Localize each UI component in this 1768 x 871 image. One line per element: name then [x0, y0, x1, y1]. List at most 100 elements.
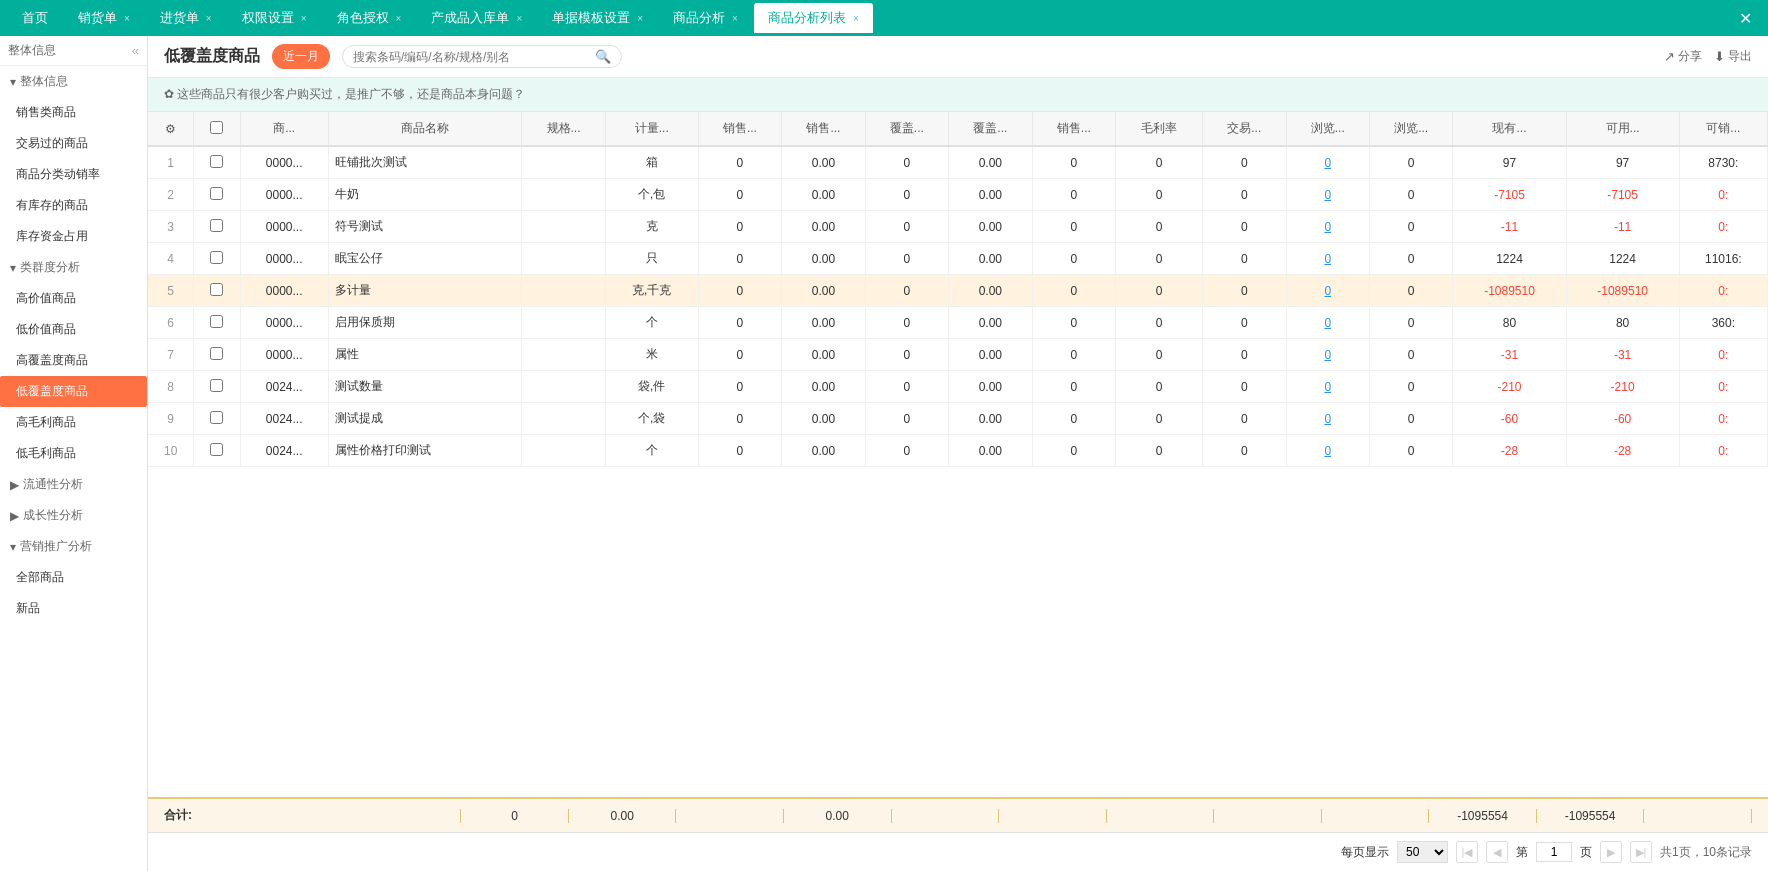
- col-available[interactable]: 可用...: [1566, 112, 1679, 146]
- close-icon[interactable]: ×: [206, 13, 212, 24]
- row-checkbox[interactable]: [194, 371, 240, 403]
- col-cover2[interactable]: 覆盖...: [949, 112, 1032, 146]
- close-icon[interactable]: ×: [124, 13, 130, 24]
- first-page-btn[interactable]: |◀: [1456, 841, 1478, 863]
- row-browse1[interactable]: 0: [1286, 275, 1369, 307]
- row-gross-rate: 0: [1116, 146, 1203, 179]
- row-checkbox[interactable]: [194, 211, 240, 243]
- row-checkbox[interactable]: [194, 307, 240, 339]
- col-code[interactable]: 商...: [240, 112, 328, 146]
- sidebar-item-category-rate[interactable]: 商品分类动销率: [0, 159, 147, 190]
- nav-tab-sales[interactable]: 销货单 ×: [64, 3, 144, 33]
- row-browse1[interactable]: 0: [1286, 403, 1369, 435]
- col-checkbox[interactable]: [194, 112, 240, 146]
- last-page-btn[interactable]: ▶|: [1630, 841, 1652, 863]
- row-browse1[interactable]: 0: [1286, 146, 1369, 179]
- col-trade[interactable]: 交易...: [1203, 112, 1286, 146]
- sidebar-item-all-goods[interactable]: 全部商品: [0, 562, 147, 593]
- row-checkbox[interactable]: [194, 243, 240, 275]
- close-icon[interactable]: ×: [732, 13, 738, 24]
- col-spec[interactable]: 规格...: [522, 112, 605, 146]
- col-settings[interactable]: ⚙: [148, 112, 194, 146]
- prev-page-btn[interactable]: ◀: [1486, 841, 1508, 863]
- row-checkbox[interactable]: [194, 179, 240, 211]
- nav-tab-home[interactable]: 首页: [8, 3, 62, 33]
- search-input[interactable]: [353, 50, 591, 64]
- row-browse1[interactable]: 0: [1286, 339, 1369, 371]
- table-body: 1 0000... 旺铺批次测试 箱 0 0.00 0 0.00 0 0 0 0…: [148, 146, 1768, 467]
- col-current[interactable]: 现有...: [1453, 112, 1566, 146]
- close-icon[interactable]: ×: [301, 13, 307, 24]
- col-unit[interactable]: 计量...: [605, 112, 698, 146]
- nav-tab-template[interactable]: 单据模板设置 ×: [538, 3, 657, 33]
- col-sales-qty[interactable]: 销售...: [698, 112, 781, 146]
- row-checkbox[interactable]: [194, 146, 240, 179]
- col-browse1[interactable]: 浏览...: [1286, 112, 1369, 146]
- row-checkbox[interactable]: [194, 275, 240, 307]
- row-browse1[interactable]: 0: [1286, 435, 1369, 467]
- sidebar-group-overall[interactable]: ▾ 整体信息: [0, 66, 147, 97]
- share-button[interactable]: ↗ 分享: [1664, 48, 1702, 65]
- table-row: 1 0000... 旺铺批次测试 箱 0 0.00 0 0.00 0 0 0 0…: [148, 146, 1768, 179]
- col-browse2[interactable]: 浏览...: [1369, 112, 1452, 146]
- sidebar-group-circulation[interactable]: ▶ 流通性分析: [0, 469, 147, 500]
- col-sales-amt[interactable]: 销售...: [782, 112, 865, 146]
- row-browse1[interactable]: 0: [1286, 211, 1369, 243]
- sidebar-item-low-coverage[interactable]: 低覆盖度商品: [0, 376, 147, 407]
- sidebar-item-low-value[interactable]: 低价值商品: [0, 314, 147, 345]
- close-icon[interactable]: ×: [396, 13, 402, 24]
- row-spec: [522, 146, 605, 179]
- next-page-btn[interactable]: ▶: [1600, 841, 1622, 863]
- row-current: -1089510: [1453, 275, 1566, 307]
- col-saleable[interactable]: 可销...: [1679, 112, 1767, 146]
- sidebar-group-cluster[interactable]: ▾ 类群度分析: [0, 252, 147, 283]
- window-close-button[interactable]: ✕: [1731, 5, 1760, 32]
- close-icon[interactable]: ×: [516, 13, 522, 24]
- row-available: -31: [1566, 339, 1679, 371]
- chevron-down-icon: ▾: [10, 540, 16, 554]
- sidebar-item-high-value[interactable]: 高价值商品: [0, 283, 147, 314]
- sidebar-item-low-profit[interactable]: 低毛利商品: [0, 438, 147, 469]
- col-sales-x[interactable]: 销售...: [1032, 112, 1115, 146]
- nav-tab-permission[interactable]: 权限设置 ×: [228, 3, 321, 33]
- search-icon[interactable]: 🔍: [595, 49, 611, 64]
- row-checkbox[interactable]: [194, 435, 240, 467]
- export-button[interactable]: ⬇ 导出: [1714, 48, 1752, 65]
- select-all-checkbox[interactable]: [210, 121, 223, 134]
- close-icon[interactable]: ×: [853, 13, 859, 24]
- sidebar-item-stock-capital[interactable]: 库存资金占用: [0, 221, 147, 252]
- nav-tab-analysis[interactable]: 商品分析 ×: [659, 3, 752, 33]
- sidebar-item-new-goods[interactable]: 新品: [0, 593, 147, 624]
- nav-tab-warehouse[interactable]: 产成品入库单 ×: [417, 3, 536, 33]
- row-checkbox[interactable]: [194, 339, 240, 371]
- row-trade: 0: [1203, 243, 1286, 275]
- row-browse1[interactable]: 0: [1286, 371, 1369, 403]
- row-browse1[interactable]: 0: [1286, 179, 1369, 211]
- row-browse1[interactable]: 0: [1286, 307, 1369, 339]
- sidebar-item-traded-goods[interactable]: 交易过的商品: [0, 128, 147, 159]
- page-input[interactable]: [1536, 842, 1572, 862]
- col-gross-rate[interactable]: 毛利率: [1116, 112, 1203, 146]
- sidebar-item-high-coverage[interactable]: 高覆盖度商品: [0, 345, 147, 376]
- sidebar-item-stocked-goods[interactable]: 有库存的商品: [0, 190, 147, 221]
- page-size-select[interactable]: 50 100 200: [1397, 841, 1448, 863]
- chevron-right-icon: ▶: [10, 478, 19, 492]
- col-cover1[interactable]: 覆盖...: [865, 112, 948, 146]
- top-navigation: 首页 销货单 × 进货单 × 权限设置 × 角色授权 × 产成品入库单 × 单据…: [0, 0, 1768, 36]
- footer-values: 0 0.00 0.00 -1095554 -1095554: [212, 809, 1752, 823]
- sidebar-item-high-profit[interactable]: 高毛利商品: [0, 407, 147, 438]
- sidebar-group-marketing[interactable]: ▾ 营销推广分析: [0, 531, 147, 562]
- sidebar-collapse-btn[interactable]: «: [132, 43, 139, 58]
- nav-tab-analysis-list[interactable]: 商品分析列表 ×: [754, 3, 873, 33]
- footer-browse1: [1214, 809, 1322, 823]
- col-name[interactable]: 商品名称: [328, 112, 522, 146]
- row-checkbox[interactable]: [194, 403, 240, 435]
- nav-tab-purchase[interactable]: 进货单 ×: [146, 3, 226, 33]
- close-icon[interactable]: ×: [637, 13, 643, 24]
- sidebar-item-sales-goods[interactable]: 销售类商品: [0, 97, 147, 128]
- filter-recent-month-btn[interactable]: 近一月: [272, 44, 330, 69]
- nav-tab-role[interactable]: 角色授权 ×: [323, 3, 416, 33]
- row-current: -60: [1453, 403, 1566, 435]
- sidebar-group-growth[interactable]: ▶ 成长性分析: [0, 500, 147, 531]
- row-browse1[interactable]: 0: [1286, 243, 1369, 275]
